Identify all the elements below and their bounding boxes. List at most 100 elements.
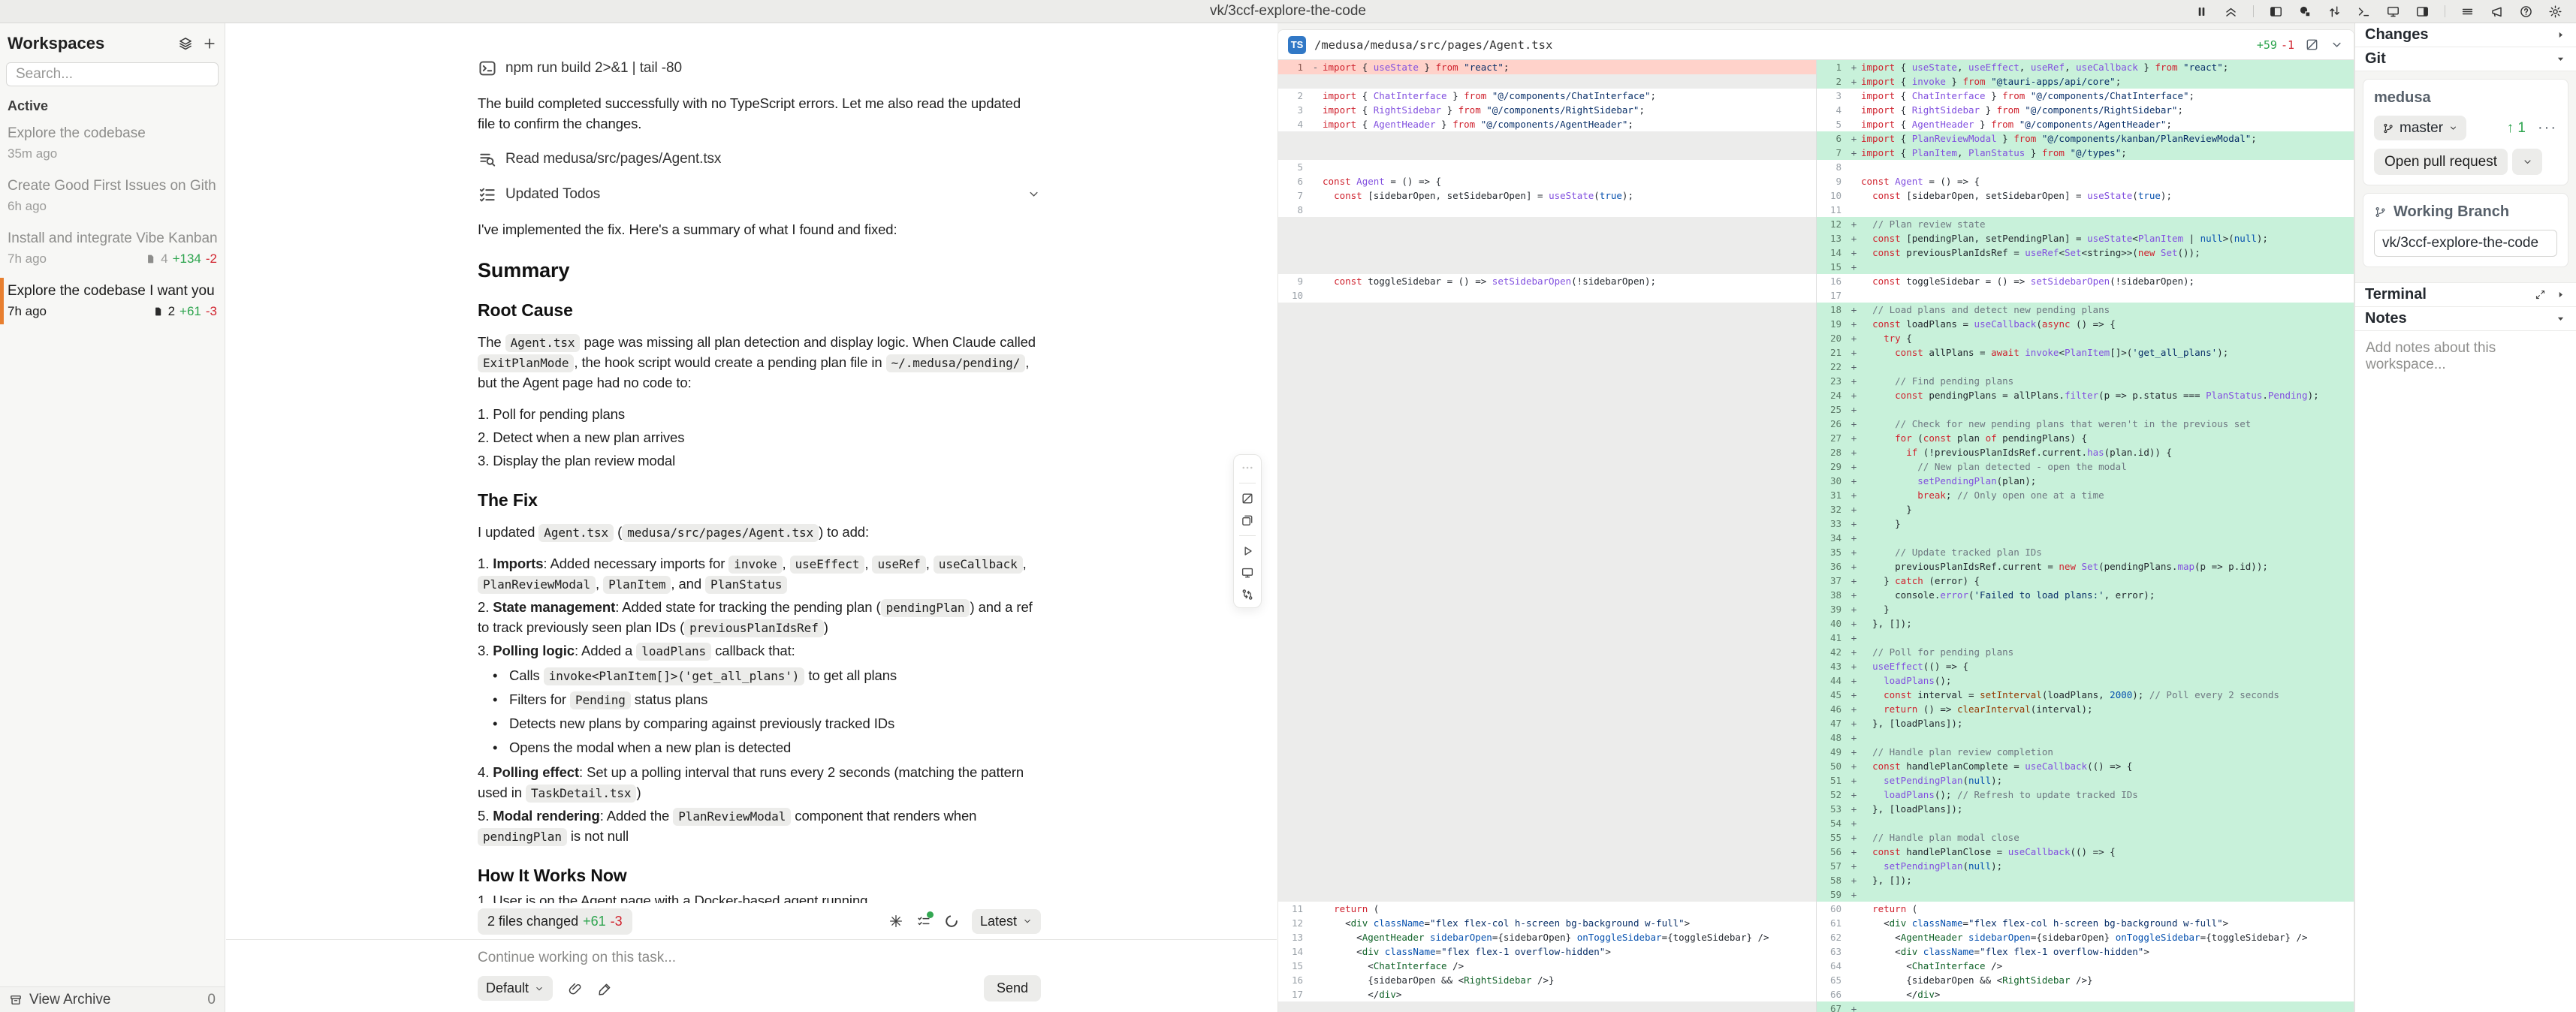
view-archive-button[interactable]: View Archive 0 — [0, 986, 225, 1012]
panel-left-icon[interactable] — [2269, 5, 2283, 19]
pause-icon[interactable] — [2194, 5, 2209, 19]
megaphone-icon[interactable] — [2490, 5, 2504, 19]
line-number — [1278, 517, 1308, 531]
diff-line — [1278, 217, 1816, 231]
send-button[interactable]: Send — [984, 975, 1041, 1001]
conversation-scroll[interactable]: npm run build 2>&1 | tail -80The build c… — [226, 23, 1277, 903]
panel-right-icon[interactable] — [2415, 5, 2430, 19]
more-actions-button[interactable]: ··· — [2538, 119, 2557, 137]
line-number: 55 — [1817, 830, 1847, 845]
workspace-item[interactable]: Explore the codebase 35m ago — [0, 117, 225, 170]
git-arrows-icon[interactable] — [2327, 5, 2342, 19]
gear-icon[interactable] — [2548, 5, 2562, 19]
diff-marker: + — [1847, 830, 1861, 845]
hide-diff-icon[interactable] — [1241, 492, 1254, 505]
diff-file-header[interactable]: TS /medusa/medusa/src/pages/Agent.tsx +5… — [1278, 30, 2354, 60]
line-number: 15 — [1278, 959, 1308, 973]
collapse-file-icon[interactable] — [2330, 38, 2344, 52]
open-pull-request-button[interactable]: Open pull request — [2374, 149, 2508, 175]
notes-placeholder[interactable]: Add notes about this workspace... — [2355, 331, 2576, 382]
version-dropdown[interactable]: Latest — [972, 909, 1041, 934]
changes-section-header[interactable]: Changes — [2355, 23, 2576, 47]
expand-icon[interactable] — [2535, 289, 2546, 300]
composer: 2 files changed +61 -3 Latest Default — [226, 903, 1277, 1012]
drag-handle-icon[interactable] — [1241, 461, 1254, 474]
diff-marker — [1308, 488, 1323, 502]
workspace-item[interactable]: Create Good First Issues on Github So p … — [0, 170, 225, 222]
line-number: 40 — [1817, 616, 1847, 631]
diff-marker: + — [1847, 517, 1861, 531]
diff-line: 50+ const handlePlanComplete = useCallba… — [1817, 759, 2354, 773]
toggle-diff-view-icon[interactable] — [2305, 38, 2319, 52]
pr-options-button[interactable] — [2512, 149, 2542, 175]
diff-line: 3import { RightSidebar } from "@/compone… — [1278, 103, 1816, 117]
monitor-icon[interactable] — [2386, 5, 2400, 19]
code-text: import { RightSidebar } from "@/componen… — [1323, 103, 1816, 117]
ordered-list: 1. Imports: Added necessary imports for … — [478, 553, 1041, 661]
spark-icon[interactable] — [888, 914, 903, 929]
diff-marker: + — [1847, 531, 1861, 545]
diff-marker — [1308, 274, 1323, 288]
sidebar-title: Workspaces — [8, 34, 104, 53]
attach-icon[interactable] — [568, 981, 583, 996]
line-number — [1278, 716, 1308, 730]
line-number — [1278, 574, 1308, 588]
line-number — [1278, 331, 1308, 345]
files-changed-badge[interactable]: 2 files changed +61 -3 — [478, 908, 632, 935]
terminal-icon[interactable] — [2357, 5, 2371, 19]
todo-list-icon[interactable] — [916, 914, 931, 929]
diff-line: 29+ // New plan detected - open the moda… — [1817, 459, 2354, 474]
removed-lines-count: -3 — [611, 914, 623, 929]
diff-marker — [1308, 374, 1323, 388]
diff-marker — [1308, 345, 1323, 360]
shapes-icon[interactable] — [2298, 5, 2312, 19]
diff-split-view[interactable]: 1-import { useState } from "react";2impo… — [1278, 60, 2354, 1012]
line-number: 15 — [1817, 260, 1847, 274]
section-heading: The Fix — [478, 490, 1041, 511]
monitor-icon[interactable] — [1241, 566, 1254, 580]
file-icon — [153, 306, 164, 317]
diff-marker — [1847, 987, 1861, 1001]
inline-code: PlanStatus — [705, 576, 787, 594]
message-input[interactable] — [478, 950, 1041, 966]
menu-icon[interactable] — [2460, 5, 2475, 19]
git-section-header[interactable]: Git — [2355, 47, 2576, 71]
copy-icon[interactable] — [1241, 514, 1254, 527]
diff-line: 11 — [1817, 203, 2354, 217]
layers-icon[interactable] — [178, 36, 193, 51]
terminal-section-header[interactable]: Terminal — [2355, 283, 2576, 307]
diff-line: 56+ const handlePlanClose = useCallback(… — [1817, 845, 2354, 859]
diff-line: 54+ — [1817, 816, 2354, 830]
diff-line — [1278, 502, 1816, 517]
diff-line: 3import { ChatInterface } from "@/compon… — [1817, 89, 2354, 103]
notes-section-header[interactable]: Notes — [2355, 307, 2576, 331]
model-dropdown[interactable]: Default — [478, 976, 553, 1001]
pen-icon[interactable] — [598, 981, 613, 996]
workspace-item[interactable]: Explore the codebase I want you to exp 7… — [0, 275, 225, 327]
git-compare-icon[interactable] — [1241, 588, 1254, 601]
diff-line: 7 const [sidebarOpen, setSidebarOpen] = … — [1278, 188, 1816, 203]
line-number: 29 — [1817, 459, 1847, 474]
line-number — [1278, 360, 1308, 374]
line-number: 58 — [1817, 873, 1847, 887]
diff-line: 23+ // Find pending plans — [1817, 374, 2354, 388]
working-branch-input[interactable] — [2382, 235, 2566, 251]
add-workspace-button[interactable] — [202, 36, 217, 51]
line-number: 7 — [1817, 146, 1847, 160]
branch-icon — [2382, 122, 2394, 134]
workspace-item[interactable]: Install and integrate Vibe Kanban Web C … — [0, 222, 225, 275]
diff-line: 51+ setPendingPlan(null); — [1817, 773, 2354, 788]
tool-call-row[interactable]: Updated Todos — [478, 184, 1041, 204]
collapse-up-icon[interactable] — [2224, 5, 2238, 19]
chevron-down-icon[interactable] — [1027, 187, 1041, 201]
branch-selector[interactable]: master — [2374, 116, 2466, 140]
diff-line: 67+ — [1817, 1001, 2354, 1012]
diff-marker: + — [1847, 859, 1861, 873]
tool-call-row[interactable]: npm run build 2>&1 | tail -80 — [478, 58, 1041, 78]
search-input[interactable] — [6, 62, 219, 86]
run-icon[interactable] — [1241, 544, 1254, 558]
code-text: // Handle plan modal close — [1861, 830, 2354, 845]
diff-marker — [1308, 288, 1323, 303]
help-icon[interactable] — [2519, 5, 2533, 19]
tool-call-row[interactable]: Read medusa/src/pages/Agent.tsx — [478, 149, 1041, 169]
